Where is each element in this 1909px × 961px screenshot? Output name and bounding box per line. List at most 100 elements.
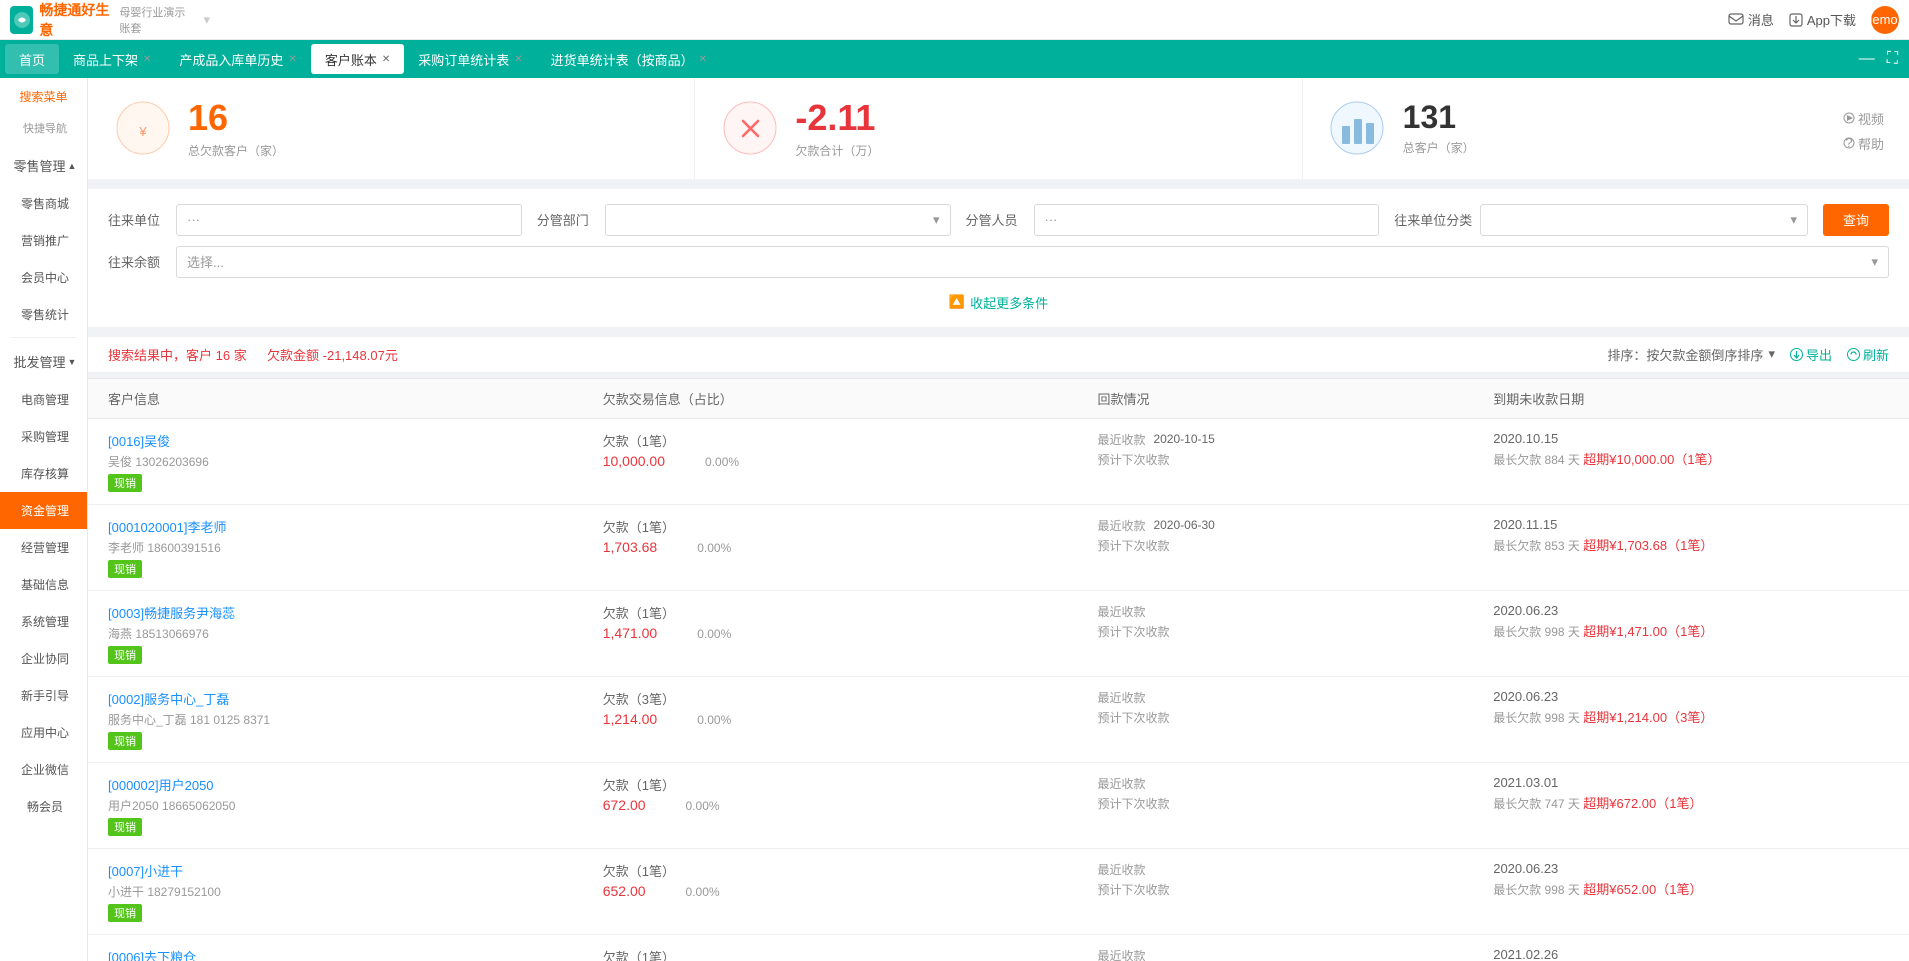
overdue-link-0[interactable]: 超期¥10,000.00（1笔） (1583, 452, 1720, 467)
sidebar-item-system[interactable]: 系统管理 (0, 603, 87, 640)
sidebar-item-enterprise-wechat[interactable]: 企业微信 (0, 751, 87, 788)
tab-maximize-icon[interactable]: ⛶ (1881, 50, 1904, 68)
nav-tabs-bar: 首页 商品上下架 ✕ 产成品入库单历史 ✕ 客户账本 ✕ 采购订单统计表 ✕ 进… (0, 40, 1909, 78)
debt-amount-1[interactable]: 1,703.68 (603, 539, 658, 555)
tab-purchase-stats[interactable]: 采购订单统计表 ✕ (404, 44, 536, 74)
tab-close-product-offline[interactable]: ✕ (143, 54, 151, 65)
view-video-btn[interactable]: 视频 (1843, 109, 1884, 128)
unit-category-label: 往来单位分类 (1394, 210, 1472, 229)
debt-amount-4[interactable]: 672.00 (603, 797, 646, 813)
debt-amount-number: -2.11 (795, 98, 879, 138)
table-row: [0001020001]李老师 李老师 18600391516 现销 欠款（1笔… (88, 505, 1909, 591)
svg-text:¥: ¥ (138, 124, 147, 139)
td-debt-0: 欠款（1笔） 10,000.00 0.00% (603, 431, 1098, 469)
customer-name-link-4[interactable]: [000002]用户2050 (108, 775, 603, 794)
tab-product-offline[interactable]: 商品上下架 ✕ (59, 44, 165, 74)
overdue-link-1[interactable]: 超期¥1,703.68（1笔） (1583, 538, 1713, 553)
collapse-filter-btn[interactable]: 🔼 收起更多条件 (108, 288, 1889, 317)
debt-count-3: 欠款（3笔） (603, 689, 1098, 708)
customer-sub-1: 李老师 18600391516 (108, 539, 603, 556)
customer-name-link-1[interactable]: [0001020001]李老师 (108, 517, 603, 536)
debt-amount-icon (720, 98, 780, 158)
overdue-link-2[interactable]: 超期¥1,471.00（1笔） (1583, 624, 1713, 639)
sidebar-item-operations[interactable]: 经营管理 (0, 529, 87, 566)
debt-amount-0[interactable]: 10,000.00 (603, 453, 665, 469)
sidebar-item-batch-mgmt[interactable]: 批发管理 ▼ (0, 342, 87, 381)
balance-dropdown[interactable]: 选择... ▾ (176, 246, 1889, 278)
overdue-link-4[interactable]: 超期¥672.00（1笔） (1583, 796, 1702, 811)
unit-category-arrow: ▾ (1790, 212, 1797, 228)
td-debt-4: 欠款（1笔） 672.00 0.00% (603, 775, 1098, 813)
data-table: 客户信息 欠款交易信息（占比） 回款情况 到期未收款日期 [0016]吴俊 吴俊… (88, 378, 1909, 961)
user-avatar[interactable]: demo2 (1871, 6, 1899, 34)
top-bar: 畅捷通好生意 母婴行业演示账套 ▾ 消息 App下载 demo2 (0, 0, 1909, 40)
tab-home[interactable]: 首页 (5, 44, 59, 74)
tab-close-inbound-stats[interactable]: ✕ (699, 54, 707, 65)
unit-category-dropdown[interactable]: ▾ (1480, 204, 1808, 236)
department-dropdown[interactable]: ▾ (605, 204, 951, 236)
debt-amount-5[interactable]: 652.00 (603, 883, 646, 899)
tab-close-purchase-stats[interactable]: ✕ (514, 54, 522, 65)
balance-label: 往来余额 (108, 252, 168, 271)
total-customers-icon (1328, 98, 1388, 158)
search-button[interactable]: 查询 (1823, 204, 1889, 236)
customer-name-link-3[interactable]: [0002]服务中心_丁磊 (108, 689, 603, 708)
td-return-1: 最近收款 2020-06-30 预计下次收款 (1097, 517, 1493, 554)
help-btn[interactable]: ? 帮助 (1843, 134, 1884, 153)
refresh-btn[interactable]: 刷新 (1847, 345, 1889, 364)
app-download-btn[interactable]: App下载 (1789, 10, 1856, 29)
overdue-link-3[interactable]: 超期¥1,214.00（3笔） (1583, 710, 1713, 725)
sidebar-item-marketing[interactable]: 营销推广 (0, 222, 87, 259)
sidebar-item-newbie[interactable]: 新手引导 (0, 677, 87, 714)
customer-name-link-0[interactable]: [0016]吴俊 (108, 431, 603, 450)
customer-name-link-5[interactable]: [0007]小进干 (108, 861, 603, 880)
table-row: [0006]去下粮仓 陈小帅 现销 欠款（1笔） 455.90 0.00% 最近… (88, 935, 1909, 961)
sidebar-item-member-vip[interactable]: 畅会员 (0, 788, 87, 825)
export-btn[interactable]: 导出 (1790, 345, 1832, 364)
td-due-5: 2020.06.23 最长欠款 998 天 超期¥652.00（1笔） (1493, 861, 1889, 898)
results-bar: 搜索结果中，客户 16 家 欠款金额 -21,148.07元 排序：按欠款金额倒… (88, 337, 1909, 373)
tab-close-production-history[interactable]: ✕ (288, 54, 296, 65)
person-filter: 分管人员 ··· (966, 204, 1380, 236)
sidebar-item-inventory[interactable]: 库存核算 (0, 455, 87, 492)
person-input[interactable]: ··· (1034, 204, 1380, 236)
td-return-6: 最近收款 预计下次收款 (1097, 947, 1493, 961)
return-next-label-4: 预计下次收款 (1097, 795, 1493, 812)
return-latest-label-1: 最近收款 (1097, 517, 1145, 534)
sidebar-item-member-center[interactable]: 会员中心 (0, 259, 87, 296)
table-header: 客户信息 欠款交易信息（占比） 回款情况 到期未收款日期 (88, 378, 1909, 419)
sidebar-item-purchase[interactable]: 采购管理 (0, 418, 87, 455)
debt-amount-3[interactable]: 1,214.00 (603, 711, 658, 727)
sidebar-item-retail-store[interactable]: 零售商城 (0, 185, 87, 222)
td-debt-1: 欠款（1笔） 1,703.68 0.00% (603, 517, 1098, 555)
tab-production-history[interactable]: 产成品入库单历史 ✕ (165, 44, 310, 74)
customer-name-link-6[interactable]: [0006]去下粮仓 (108, 947, 603, 961)
due-date-3: 2020.06.23 (1493, 689, 1889, 704)
tab-inbound-stats[interactable]: 进货单统计表（按商品） ✕ (537, 44, 721, 74)
sidebar-item-basic-info[interactable]: 基础信息 (0, 566, 87, 603)
chevron-down-icon-batch: ▼ (68, 357, 77, 367)
due-overdue-1: 最长欠款 853 天 超期¥1,703.68（1笔） (1493, 535, 1889, 554)
due-overdue-0: 最长欠款 884 天 超期¥10,000.00（1笔） (1493, 449, 1889, 468)
debt-amount-2[interactable]: 1,471.00 (603, 625, 658, 641)
sidebar-item-app-center[interactable]: 应用中心 (0, 714, 87, 751)
overdue-link-5[interactable]: 超期¥652.00（1笔） (1583, 882, 1702, 897)
return-next-label-3: 预计下次收款 (1097, 709, 1493, 726)
filter-area: 往来单位 ··· 分管部门 ▾ 分管人员 (88, 189, 1909, 327)
message-btn[interactable]: 消息 (1728, 10, 1774, 29)
return-latest-label-5: 最近收款 (1097, 861, 1145, 878)
sort-selector[interactable]: 排序：按欠款金额倒序排序 ▾ (1607, 345, 1775, 364)
sidebar-search[interactable]: 搜索菜单 (0, 78, 87, 110)
sidebar-item-enterprise[interactable]: 企业协同 (0, 640, 87, 677)
sidebar-item-retail-mgmt[interactable]: 零售管理 ▲ (0, 146, 87, 185)
sidebar-item-finance[interactable]: 资金管理 (0, 492, 87, 529)
sidebar-item-retail-stats[interactable]: 零售统计 (0, 296, 87, 333)
tab-minimize-icon[interactable]: — (1853, 50, 1881, 68)
sidebar-divider-1 (10, 337, 77, 338)
customer-name-link-2[interactable]: [0003]畅捷服务尹海蕊 (108, 603, 603, 622)
tab-close-customer-account[interactable]: ✕ (382, 54, 390, 65)
sidebar-item-ecommerce[interactable]: 电商管理 (0, 381, 87, 418)
tab-customer-account[interactable]: 客户账本 ✕ (311, 44, 404, 74)
source-unit-input[interactable]: ··· (176, 204, 522, 236)
table-body: [0016]吴俊 吴俊 13026203696 现销 欠款（1笔） 10,000… (88, 419, 1909, 961)
